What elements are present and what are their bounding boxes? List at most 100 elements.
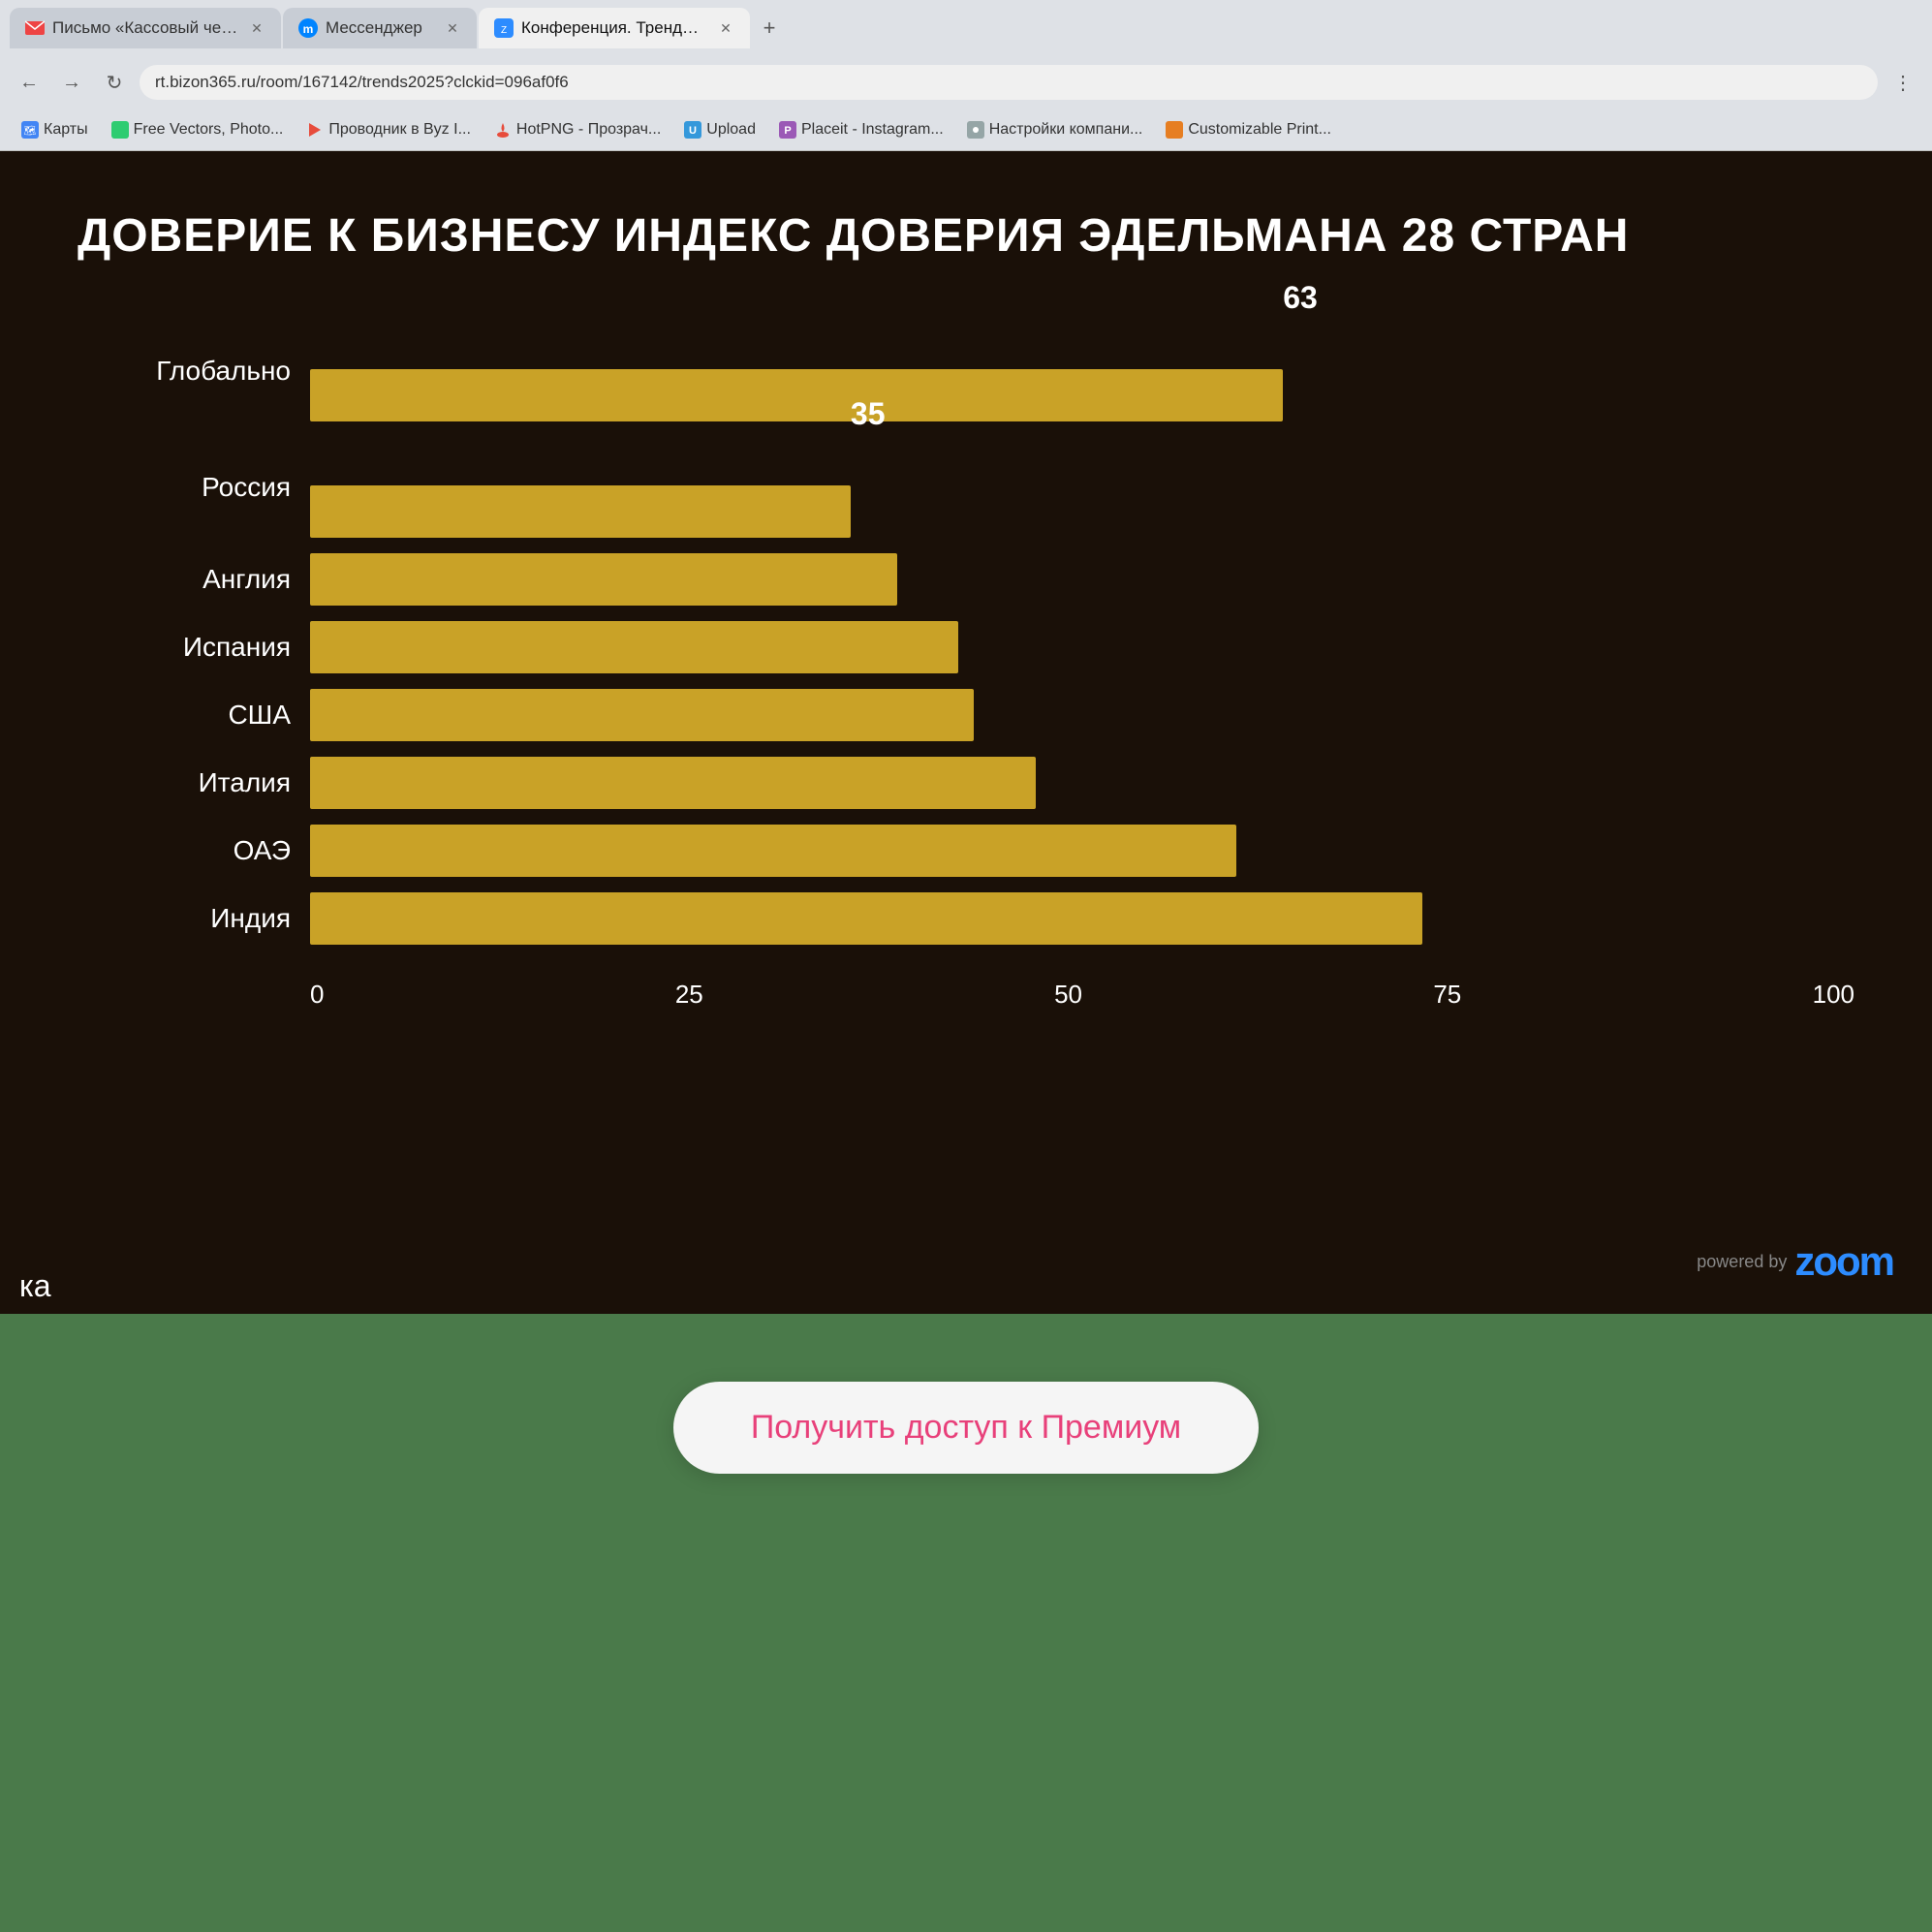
axis-label: 50 bbox=[1054, 980, 1082, 1010]
customizable-icon bbox=[1166, 121, 1183, 139]
zoom-small-text: powered by bbox=[1697, 1252, 1787, 1272]
tab-conference-label: Конференция. Тренды для... bbox=[521, 18, 709, 38]
svg-text:m: m bbox=[303, 22, 314, 36]
bookmark-customizable-label: Customizable Print... bbox=[1188, 121, 1331, 139]
nastroyki-icon bbox=[967, 121, 984, 139]
bookmark-hotpng-label: HotPNG - Прозрач... bbox=[516, 121, 661, 139]
conference-icon: Z bbox=[494, 18, 514, 38]
tab-messenger-close[interactable]: ✕ bbox=[444, 19, 461, 37]
svg-text:P: P bbox=[784, 125, 791, 137]
chart-row: Англия bbox=[78, 553, 1854, 606]
chart-row: Глобально 63 bbox=[78, 321, 1854, 421]
bar-value-label: 63 bbox=[1283, 280, 1318, 316]
chart-bar-wrap bbox=[310, 621, 1854, 673]
extensions-button[interactable]: ⋮ bbox=[1885, 65, 1920, 100]
axis-label: 25 bbox=[675, 980, 703, 1010]
svg-text:U: U bbox=[689, 125, 697, 137]
bookmark-upload-label: Upload bbox=[706, 121, 756, 139]
provodnik-icon bbox=[306, 121, 324, 139]
chart-bar-label: Индия bbox=[78, 903, 291, 934]
bookmark-upload[interactable]: U Upload bbox=[674, 117, 765, 142]
chart-bar bbox=[310, 485, 851, 538]
bookmark-freevectors[interactable]: Free Vectors, Photo... bbox=[102, 117, 294, 142]
tab-conference-close[interactable]: ✕ bbox=[717, 19, 734, 37]
chart-bar-label: США bbox=[78, 700, 291, 731]
premium-button[interactable]: Получить доступ к Премиум bbox=[673, 1382, 1259, 1474]
chart-bar bbox=[310, 757, 1036, 809]
address-text: rt.bizon365.ru/room/167142/trends2025?cl… bbox=[155, 73, 569, 92]
bookmark-placeit-label: Placeit - Instagram... bbox=[801, 121, 944, 139]
chart-container: Глобально 63 Россия 35 Англия Испания США Итали… bbox=[78, 321, 1854, 960]
axis-label: 0 bbox=[310, 980, 324, 1010]
tab-messenger-label: Мессенджер bbox=[326, 18, 436, 38]
upload-icon: U bbox=[684, 121, 701, 139]
chart-bar bbox=[310, 621, 958, 673]
map-icon: 🗺 bbox=[21, 121, 39, 139]
browser-chrome: Письмо «Кассовый чек 1324... ✕ m Мессенд… bbox=[0, 0, 1932, 151]
address-bar[interactable]: rt.bizon365.ru/room/167142/trends2025?cl… bbox=[140, 65, 1878, 100]
forward-button[interactable]: → bbox=[54, 65, 89, 100]
axis-label: 75 bbox=[1433, 980, 1461, 1010]
chart-row: Индия bbox=[78, 892, 1854, 945]
chart-bar-label: Англия bbox=[78, 564, 291, 595]
bookmark-karty-label: Карты bbox=[44, 121, 88, 139]
chart-bar-label: Испания bbox=[78, 632, 291, 663]
placeit-icon: P bbox=[779, 121, 796, 139]
bookmark-freevectors-label: Free Vectors, Photo... bbox=[134, 121, 284, 139]
slide-area: ДОВЕРИЕ К БИЗНЕСУ ИНДЕКС ДОВЕРИЯ ЭДЕЛЬМА… bbox=[0, 151, 1932, 1314]
chart-bar-label: Глобально bbox=[78, 356, 291, 387]
chart-bar bbox=[310, 689, 974, 741]
chart-row: ОАЭ bbox=[78, 825, 1854, 877]
bookmark-hotpng[interactable]: HotPNG - Прозрач... bbox=[484, 117, 670, 142]
mail-icon bbox=[25, 18, 45, 38]
bookmark-provodnik-label: Проводник в Byz I... bbox=[328, 121, 471, 139]
messenger-icon: m bbox=[298, 18, 318, 38]
chart-bar-wrap bbox=[310, 892, 1854, 945]
bottom-partial-text: ка bbox=[19, 1268, 51, 1304]
tab-mail-close[interactable]: ✕ bbox=[248, 19, 265, 37]
chart-row: Италия bbox=[78, 757, 1854, 809]
chart-bar-wrap bbox=[310, 825, 1854, 877]
bookmark-nastroyki-label: Настройки компани... bbox=[989, 121, 1143, 139]
axis-label: 100 bbox=[1813, 980, 1854, 1010]
bar-value-label: 35 bbox=[851, 396, 886, 432]
chart-bar-wrap bbox=[310, 689, 1854, 741]
chart-bar-label: Россия bbox=[78, 472, 291, 503]
chart-bar bbox=[310, 553, 897, 606]
chart-bar-label: Италия bbox=[78, 767, 291, 798]
bookmark-karty[interactable]: 🗺 Карты bbox=[12, 117, 98, 142]
chart-bar-wrap bbox=[310, 553, 1854, 606]
zoom-watermark: powered by zoom bbox=[1697, 1238, 1893, 1285]
chart-bar bbox=[310, 369, 1283, 421]
address-bar-row: ← → ↻ rt.bizon365.ru/room/167142/trends2… bbox=[0, 56, 1932, 109]
refresh-button[interactable]: ↻ bbox=[97, 65, 132, 100]
bookmark-customizable[interactable]: Customizable Print... bbox=[1156, 117, 1341, 142]
chart-row: Испания bbox=[78, 621, 1854, 673]
slide-title: ДОВЕРИЕ К БИЗНЕСУ ИНДЕКС ДОВЕРИЯ ЭДЕЛЬМА… bbox=[78, 209, 1854, 263]
chart-bar bbox=[310, 825, 1236, 877]
bookmark-nastroyki[interactable]: Настройки компани... bbox=[957, 117, 1153, 142]
tab-bar: Письмо «Кассовый чек 1324... ✕ m Мессенд… bbox=[0, 0, 1932, 56]
chart-bar-wrap: 63 bbox=[310, 321, 1854, 421]
chart-bar bbox=[310, 892, 1422, 945]
svg-text:Z: Z bbox=[501, 25, 507, 36]
tab-conference[interactable]: Z Конференция. Тренды для... ✕ bbox=[479, 8, 750, 48]
bookmark-provodnik[interactable]: Проводник в Byz I... bbox=[296, 117, 481, 142]
bookmarks-bar: 🗺 Карты Free Vectors, Photo... Проводник… bbox=[0, 109, 1932, 151]
back-button[interactable]: ← bbox=[12, 65, 47, 100]
zoom-logo: zoom bbox=[1794, 1238, 1893, 1285]
freevectors-icon bbox=[111, 121, 129, 139]
tab-messenger[interactable]: m Мессенджер ✕ bbox=[283, 8, 477, 48]
tab-mail[interactable]: Письмо «Кассовый чек 1324... ✕ bbox=[10, 8, 281, 48]
chart-row: США bbox=[78, 689, 1854, 741]
chart-axis: 0 25 50 75 100 bbox=[78, 980, 1854, 1010]
hotpng-icon bbox=[494, 121, 512, 139]
bookmark-placeit[interactable]: P Placeit - Instagram... bbox=[769, 117, 953, 142]
svg-text:🗺: 🗺 bbox=[24, 125, 37, 137]
new-tab-button[interactable]: + bbox=[752, 11, 787, 46]
chart-bar-label: ОАЭ bbox=[78, 835, 291, 866]
tab-mail-label: Письмо «Кассовый чек 1324... bbox=[52, 18, 240, 38]
green-footer: Получить доступ к Премиум bbox=[0, 1314, 1932, 1542]
axis-labels: 0 25 50 75 100 bbox=[310, 980, 1854, 1010]
chart-bar-wrap: 35 bbox=[310, 437, 1854, 538]
